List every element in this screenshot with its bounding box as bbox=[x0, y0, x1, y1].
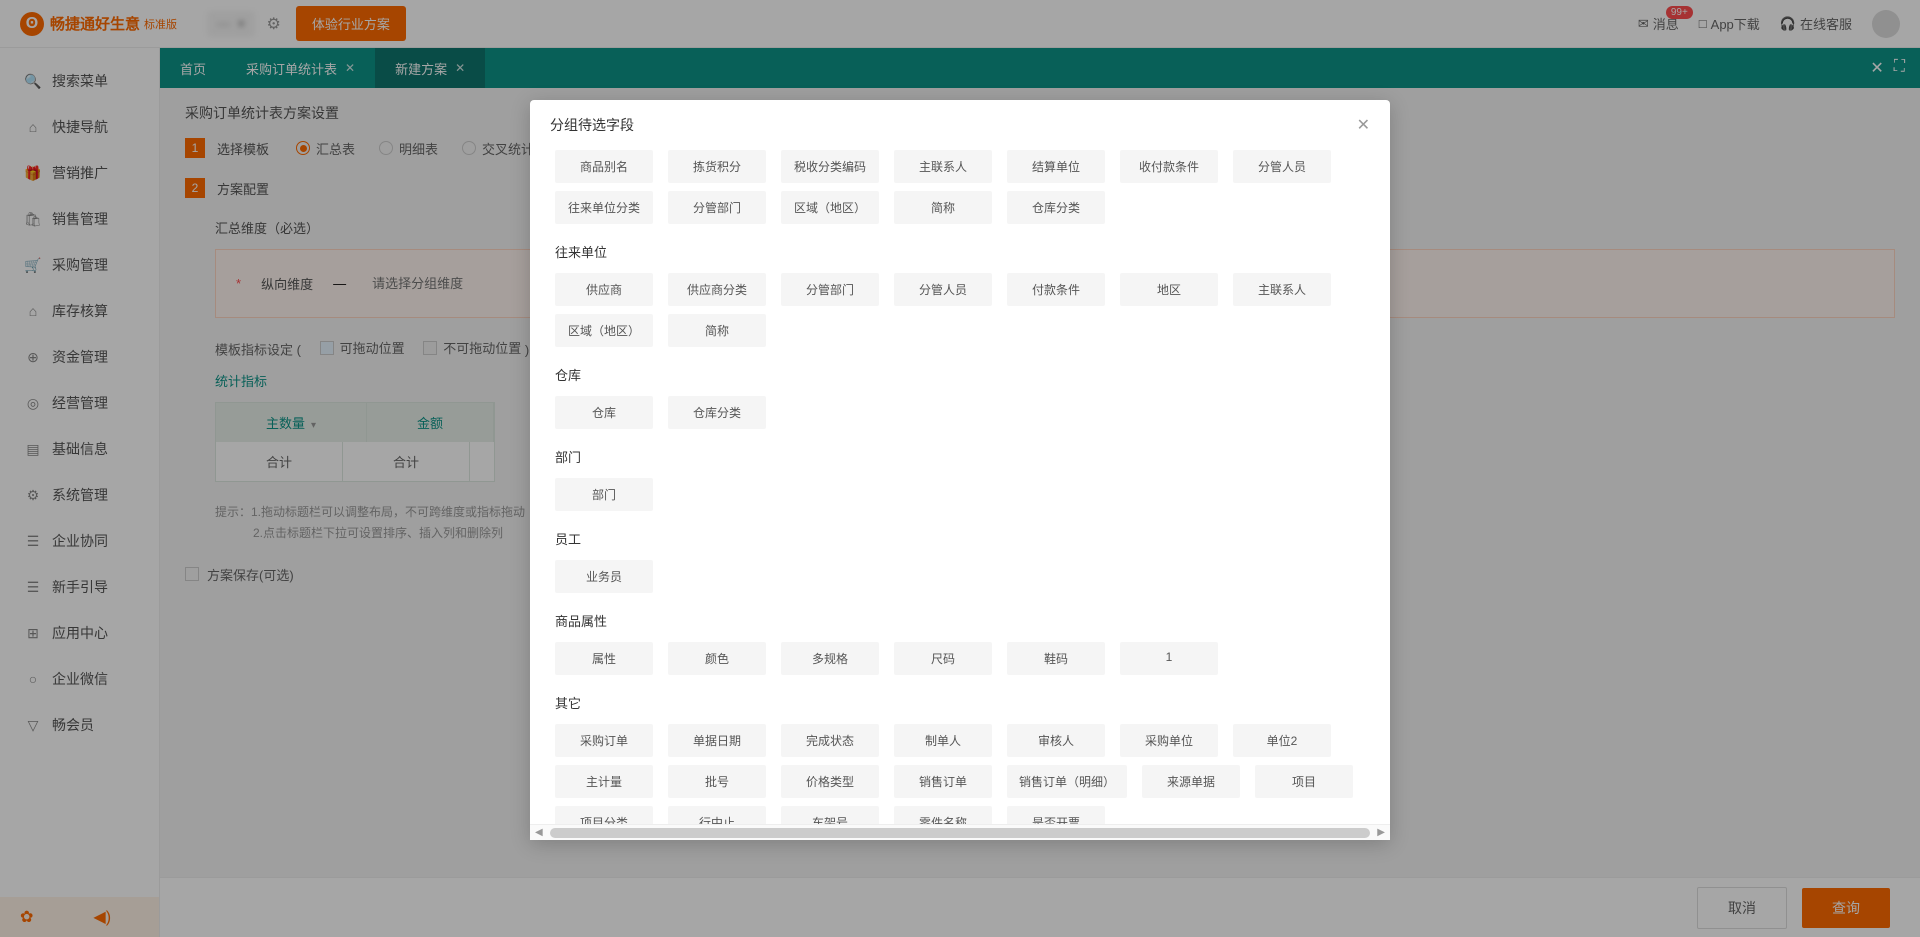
field-chip[interactable]: 来源单据 bbox=[1142, 765, 1240, 798]
scroll-left-icon[interactable]: ◀ bbox=[535, 827, 543, 838]
field-chip[interactable]: 简称 bbox=[668, 314, 766, 347]
field-chip[interactable]: 分管部门 bbox=[781, 273, 879, 306]
field-group-title: 商品属性 bbox=[555, 611, 1365, 630]
modal-body: 商品别名拣货积分税收分类编码主联系人结算单位收付款条件分管人员往来单位分类分管部… bbox=[530, 150, 1390, 824]
field-chip[interactable]: 税收分类编码 bbox=[781, 150, 879, 183]
field-chip[interactable]: 批号 bbox=[668, 765, 766, 798]
field-chip[interactable]: 分管部门 bbox=[668, 191, 766, 224]
field-chip[interactable]: 颜色 bbox=[668, 642, 766, 675]
field-chip[interactable]: 单据日期 bbox=[668, 724, 766, 757]
field-chip[interactable]: 拣货积分 bbox=[668, 150, 766, 183]
field-chip[interactable]: 采购订单 bbox=[555, 724, 653, 757]
field-chip[interactable]: 销售订单 bbox=[894, 765, 992, 798]
field-chip[interactable]: 部门 bbox=[555, 478, 653, 511]
field-chip[interactable]: 尺码 bbox=[894, 642, 992, 675]
field-group-title: 员工 bbox=[555, 529, 1365, 548]
field-chip[interactable]: 1 bbox=[1120, 642, 1218, 675]
field-chip[interactable]: 是否开票 bbox=[1007, 806, 1105, 824]
field-chip[interactable]: 主计量 bbox=[555, 765, 653, 798]
field-chip[interactable]: 销售订单（明细） bbox=[1007, 765, 1127, 798]
field-chip[interactable]: 制单人 bbox=[894, 724, 992, 757]
modal-header: 分组待选字段 ✕ bbox=[530, 100, 1390, 150]
horizontal-scrollbar[interactable]: ◀ ▶ bbox=[530, 824, 1390, 840]
field-chip[interactable]: 供应商分类 bbox=[668, 273, 766, 306]
field-group-title: 部门 bbox=[555, 447, 1365, 466]
field-chip[interactable]: 业务员 bbox=[555, 560, 653, 593]
field-chip[interactable]: 主联系人 bbox=[1233, 273, 1331, 306]
field-group-title: 往来单位 bbox=[555, 242, 1365, 261]
field-chip[interactable]: 简称 bbox=[894, 191, 992, 224]
field-chip[interactable]: 行中止 bbox=[668, 806, 766, 824]
field-chip[interactable]: 供应商 bbox=[555, 273, 653, 306]
field-selector-modal: 分组待选字段 ✕ 商品别名拣货积分税收分类编码主联系人结算单位收付款条件分管人员… bbox=[530, 100, 1390, 840]
field-group-title: 仓库 bbox=[555, 365, 1365, 384]
field-chip[interactable]: 属性 bbox=[555, 642, 653, 675]
field-chip[interactable]: 仓库分类 bbox=[1007, 191, 1105, 224]
field-chip[interactable]: 零件名称 bbox=[894, 806, 992, 824]
field-chip[interactable]: 项目 bbox=[1255, 765, 1353, 798]
field-chip[interactable]: 单位2 bbox=[1233, 724, 1331, 757]
field-chip[interactable]: 主联系人 bbox=[894, 150, 992, 183]
field-chip[interactable]: 商品别名 bbox=[555, 150, 653, 183]
field-chip[interactable]: 结算单位 bbox=[1007, 150, 1105, 183]
modal-title: 分组待选字段 bbox=[550, 115, 634, 135]
field-chip[interactable]: 地区 bbox=[1120, 273, 1218, 306]
field-chip[interactable]: 仓库 bbox=[555, 396, 653, 429]
field-chip[interactable]: 价格类型 bbox=[781, 765, 879, 798]
field-chip[interactable]: 鞋码 bbox=[1007, 642, 1105, 675]
scroll-thumb[interactable] bbox=[550, 828, 1370, 838]
field-chip[interactable]: 分管人员 bbox=[1233, 150, 1331, 183]
field-chip[interactable]: 项目分类 bbox=[555, 806, 653, 824]
close-icon[interactable]: ✕ bbox=[1357, 115, 1370, 135]
field-chip[interactable]: 区域（地区） bbox=[781, 191, 879, 224]
field-chip[interactable]: 往来单位分类 bbox=[555, 191, 653, 224]
field-chip[interactable]: 分管人员 bbox=[894, 273, 992, 306]
field-chip[interactable]: 收付款条件 bbox=[1120, 150, 1218, 183]
field-chip[interactable]: 完成状态 bbox=[781, 724, 879, 757]
field-chip[interactable]: 多规格 bbox=[781, 642, 879, 675]
field-chip[interactable]: 审核人 bbox=[1007, 724, 1105, 757]
field-chip[interactable]: 区域（地区） bbox=[555, 314, 653, 347]
field-group-title: 其它 bbox=[555, 693, 1365, 712]
field-chip[interactable]: 仓库分类 bbox=[668, 396, 766, 429]
field-chip[interactable]: 付款条件 bbox=[1007, 273, 1105, 306]
scroll-right-icon[interactable]: ▶ bbox=[1377, 827, 1385, 838]
field-chip[interactable]: 车架号 bbox=[781, 806, 879, 824]
field-chip[interactable]: 采购单位 bbox=[1120, 724, 1218, 757]
